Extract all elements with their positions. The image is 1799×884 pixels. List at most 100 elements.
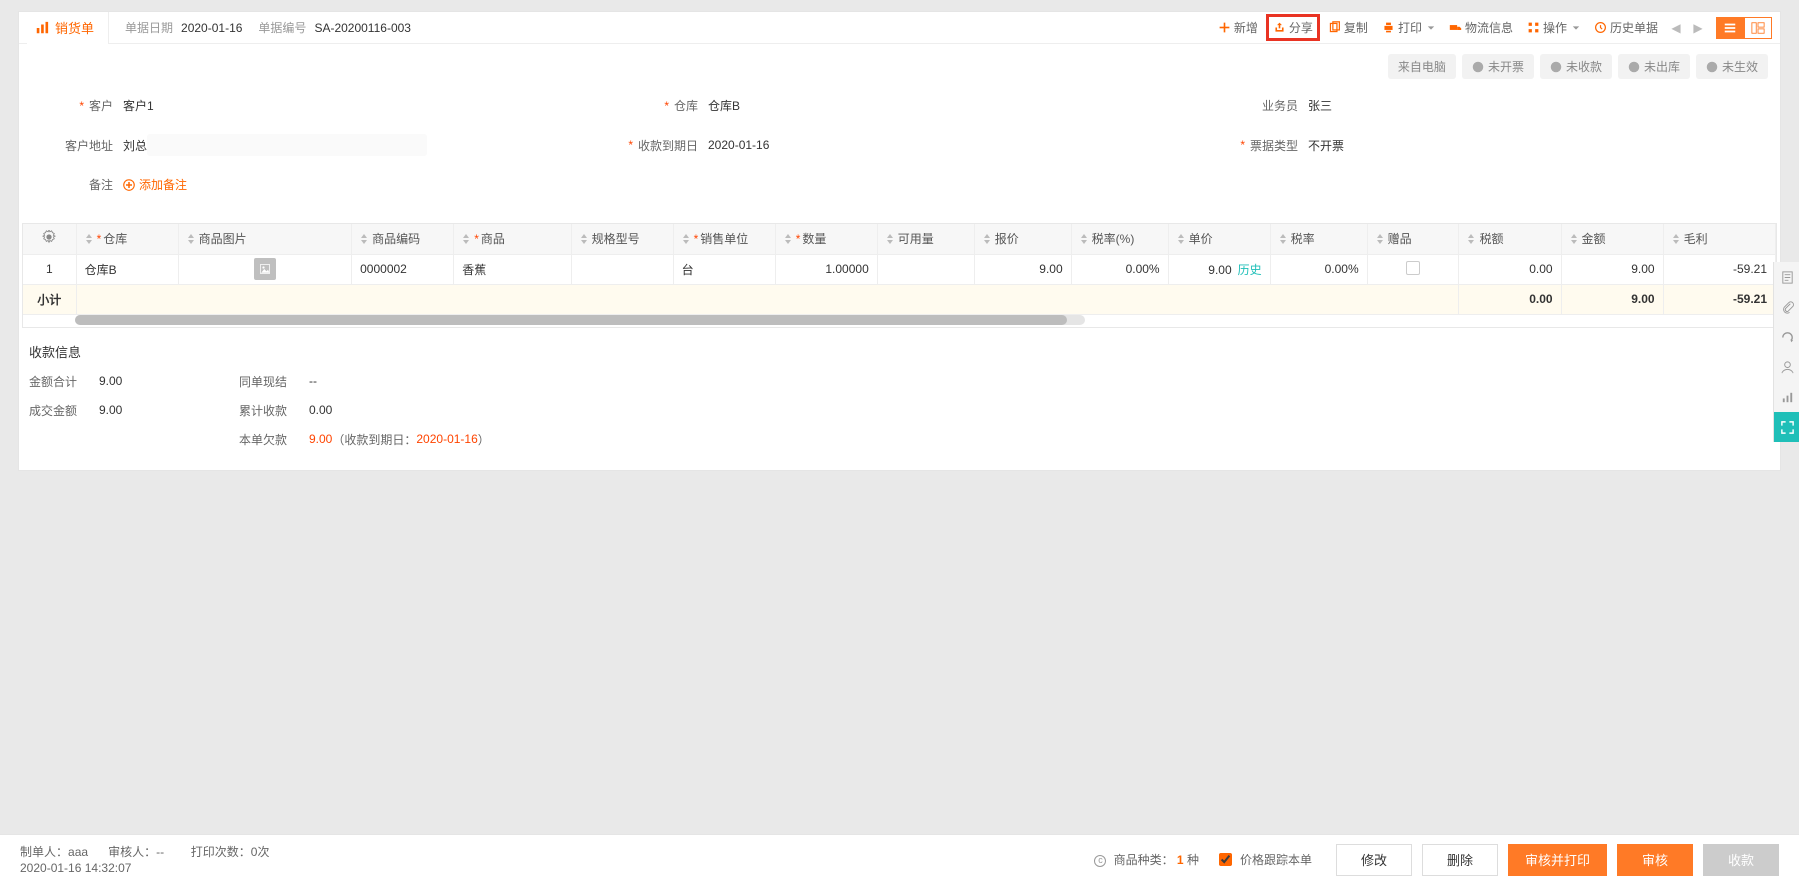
cell-warehouse[interactable]: 仓库B (76, 254, 178, 284)
history-button[interactable]: 历史单据 (1588, 15, 1664, 40)
col-price[interactable]: 单价 (1168, 224, 1270, 254)
remark-add-link[interactable]: 添加备注 (123, 176, 187, 193)
list-icon (1723, 21, 1737, 35)
copy-label: 复制 (1344, 19, 1368, 36)
badge-no-receive: 未收款 (1540, 54, 1612, 79)
pay-total: 金额合计 9.00 (29, 373, 239, 390)
pay-deal: 成交金额 9.00 (29, 402, 239, 419)
col-amount[interactable]: 金额 (1561, 224, 1663, 254)
receive-button[interactable]: 收款 (1703, 844, 1779, 876)
pay-owe: 本单欠款 9.00 （收款到期日： 2020-01-16 ） (239, 431, 490, 448)
copy-icon (1328, 21, 1341, 34)
chevron-down-icon (1572, 24, 1580, 32)
badge-source: 来自电脑 (1388, 54, 1456, 79)
edit-button[interactable]: 修改 (1336, 844, 1412, 876)
price-follow-check[interactable]: 价格跟踪本单 (1215, 850, 1312, 869)
field-warehouse: *仓库 仓库B (624, 97, 1224, 114)
cell-qty[interactable]: 1.00000 (775, 254, 877, 284)
payment-section: 收款信息 金额合计 9.00 成交金额 9.00 同单现结 -- 累计收款 (19, 328, 1780, 470)
cell-tax[interactable]: 0.00% (1270, 254, 1367, 284)
col-taxamt[interactable]: 税额 (1459, 224, 1561, 254)
user-icon (1780, 360, 1795, 375)
cell-amount[interactable]: 9.00 (1561, 254, 1663, 284)
address-blank (147, 134, 427, 156)
price-history-link[interactable]: 历史 (1238, 263, 1262, 277)
cell-taxrate[interactable]: 0.00% (1071, 254, 1168, 284)
share-button[interactable]: 分享 (1266, 14, 1320, 41)
cell-product[interactable]: 香蕉 (454, 254, 571, 284)
audit-button[interactable]: 审核 (1617, 844, 1693, 876)
cell-idx: 1 (23, 254, 76, 284)
rail-refresh-button[interactable] (1774, 322, 1799, 352)
footer-mid: c 商品种类： 1 种 价格跟踪本单 (1094, 850, 1312, 869)
cell-unit[interactable]: 台 (673, 254, 775, 284)
col-profit[interactable]: 毛利 (1663, 224, 1775, 254)
view-card-button[interactable] (1744, 17, 1772, 39)
customer-label: 客户 (89, 97, 113, 114)
logistics-button[interactable]: 物流信息 (1443, 15, 1519, 40)
col-image[interactable]: 商品图片 (178, 224, 352, 254)
print-button[interactable]: 打印 (1376, 15, 1441, 40)
rail-expand-button[interactable] (1774, 412, 1799, 442)
salesman-value[interactable]: 张三 (1308, 97, 1332, 114)
col-product[interactable]: *商品 (454, 224, 571, 254)
cell-price[interactable]: 9.00历史 (1168, 254, 1270, 284)
col-gift[interactable]: 赠品 (1367, 224, 1459, 254)
gift-checkbox[interactable] (1406, 261, 1420, 275)
col-unit[interactable]: *销售单位 (673, 224, 775, 254)
rail-attach-button[interactable] (1774, 292, 1799, 322)
price-follow-checkbox[interactable] (1219, 853, 1232, 866)
plus-circle-icon (123, 179, 135, 191)
address-label: 客户地址 (65, 137, 113, 154)
new-button[interactable]: 新增 (1212, 15, 1264, 40)
copy-button[interactable]: 复制 (1322, 15, 1374, 40)
customer-value[interactable]: 客户1 (123, 97, 154, 114)
cell-code[interactable]: 0000002 (352, 254, 454, 284)
duedate-label: 收款到期日 (638, 137, 698, 154)
col-available[interactable]: 可用量 (877, 224, 974, 254)
share-icon (1273, 21, 1286, 34)
topbar: 销货单 单据日期 2020-01-16 单据编号 SA-20200116-003… (19, 12, 1780, 44)
warehouse-value[interactable]: 仓库B (708, 97, 740, 114)
invoice-value[interactable]: 不开票 (1308, 137, 1344, 154)
doc-date: 单据日期 2020-01-16 (125, 19, 242, 36)
form-area: *客户 客户1 *仓库 仓库B 业务员 张三 客户地址 刘总 *收款到期日 20… (19, 79, 1780, 223)
col-tax[interactable]: 税率 (1270, 224, 1367, 254)
col-settings[interactable] (23, 224, 76, 254)
col-quote[interactable]: 报价 (974, 224, 1071, 254)
address-value[interactable]: 刘总 (123, 137, 147, 154)
status-row: 来自电脑 未开票 未收款 未出库 未生效 (19, 44, 1780, 79)
prev-record-button[interactable]: ◀ (1666, 21, 1686, 35)
col-taxrate[interactable]: 税率(%) (1071, 224, 1168, 254)
ops-button[interactable]: 操作 (1521, 15, 1586, 40)
card-icon (1751, 21, 1765, 35)
cell-available[interactable] (877, 254, 974, 284)
print-label: 打印 (1398, 19, 1422, 36)
subtotal-amount: 9.00 (1561, 284, 1663, 314)
horizontal-scrollbar[interactable] (23, 315, 1776, 327)
delete-button[interactable]: 删除 (1422, 844, 1498, 876)
col-code[interactable]: 商品编码 (352, 224, 454, 254)
cell-gift[interactable] (1367, 254, 1459, 284)
gear-icon (42, 230, 56, 244)
cell-taxamt[interactable]: 0.00 (1459, 254, 1561, 284)
cell-quote[interactable]: 9.00 (974, 254, 1071, 284)
audit-print-button[interactable]: 审核并打印 (1508, 844, 1607, 876)
col-warehouse[interactable]: *仓库 (76, 224, 178, 254)
doc-date-label: 单据日期 (125, 19, 173, 36)
view-list-button[interactable] (1716, 17, 1744, 39)
cell-spec[interactable] (571, 254, 673, 284)
rail-user-button[interactable] (1774, 352, 1799, 382)
cell-profit[interactable]: -59.21 (1663, 254, 1775, 284)
cell-image[interactable] (178, 254, 352, 284)
col-spec[interactable]: 规格型号 (571, 224, 673, 254)
duedate-value[interactable]: 2020-01-16 (708, 138, 769, 152)
rail-chart-button[interactable] (1774, 382, 1799, 412)
table-row[interactable]: 1 仓库B 0000002 香蕉 台 1.00000 9.00 0.00% 9.… (23, 254, 1776, 284)
rail-note-button[interactable] (1774, 262, 1799, 292)
tab-title[interactable]: 销货单 (27, 12, 109, 44)
next-record-button[interactable]: ▶ (1688, 21, 1708, 35)
col-qty[interactable]: *数量 (775, 224, 877, 254)
subtotal-taxamt: 0.00 (1459, 284, 1561, 314)
pay-cum: 累计收款 0.00 (239, 402, 490, 419)
